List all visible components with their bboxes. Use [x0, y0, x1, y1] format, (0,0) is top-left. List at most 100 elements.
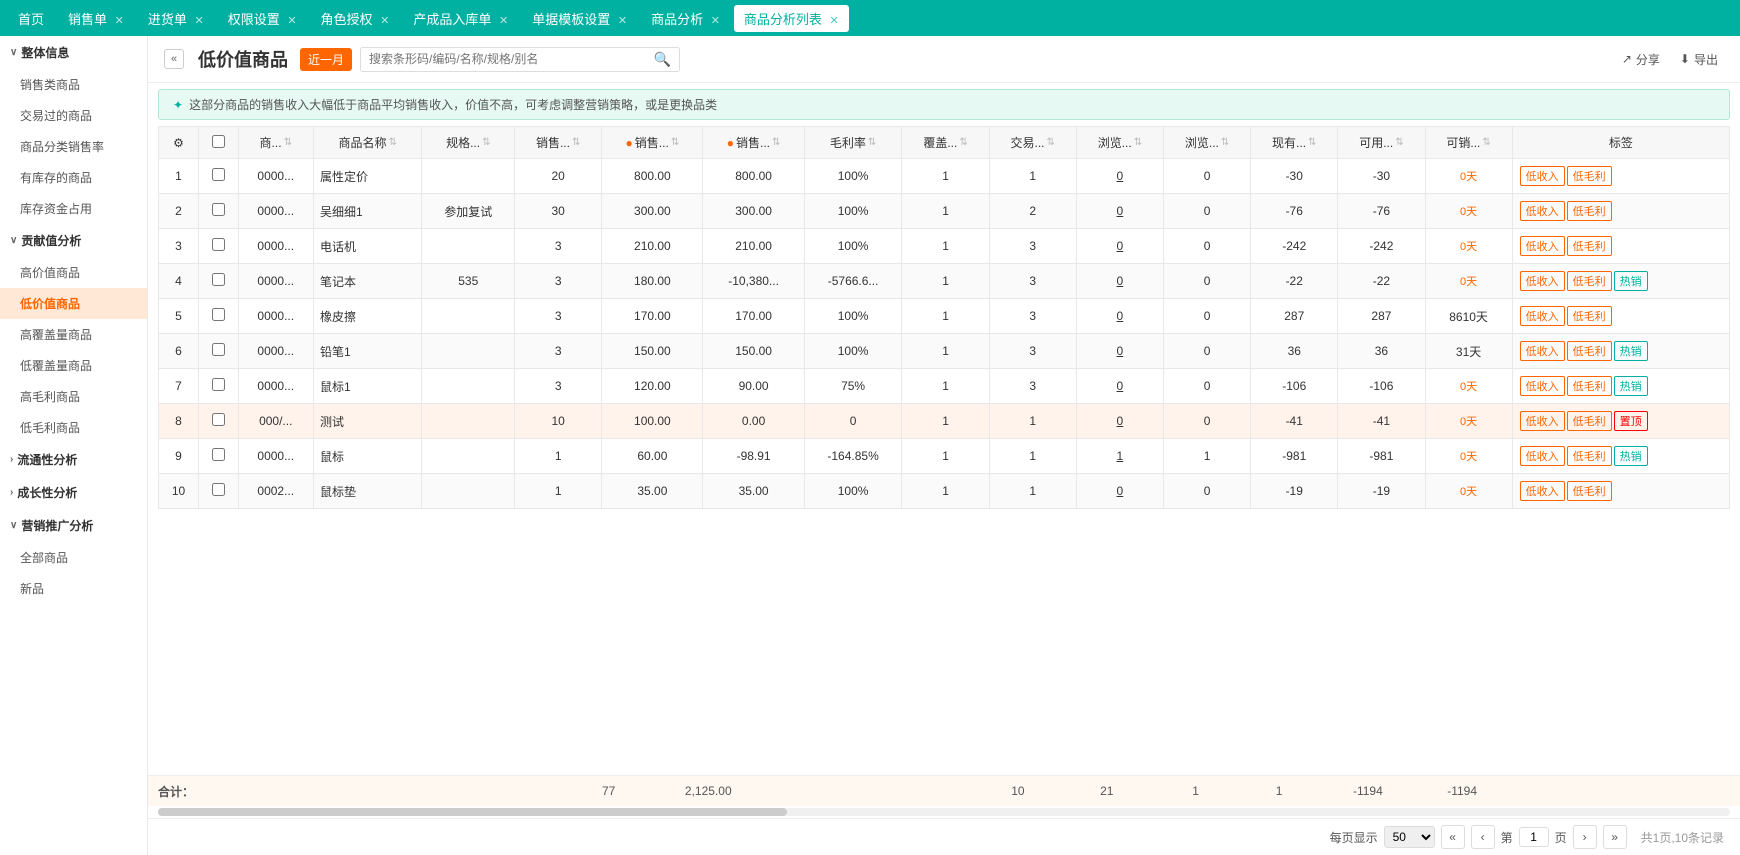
close-icon[interactable]: ✕ [499, 15, 508, 27]
row-name[interactable]: 吴细细1 [314, 194, 422, 229]
row-checkbox[interactable] [199, 439, 238, 474]
row-view1[interactable]: 0 [1076, 229, 1163, 264]
row-select-checkbox[interactable] [212, 238, 225, 251]
sidebar-group-growth[interactable]: › 成长性分析 [0, 476, 147, 509]
view1-value[interactable]: 0 [1117, 204, 1124, 218]
sidebar-group-marketing[interactable]: ∨ 营销推广分析 [0, 509, 147, 542]
row-name[interactable]: 橡皮擦 [314, 299, 422, 334]
nav-home[interactable]: 首页 [8, 5, 54, 32]
row-view1[interactable]: 0 [1076, 474, 1163, 509]
row-name[interactable]: 属性定价 [314, 159, 422, 194]
row-name[interactable]: 笔记本 [314, 264, 422, 299]
row-select-checkbox[interactable] [212, 308, 225, 321]
row-view1[interactable]: 1 [1076, 439, 1163, 474]
gear-column-header[interactable]: ⚙ [159, 127, 199, 159]
coverage-column-header[interactable]: 覆盖...⇅ [902, 127, 989, 159]
view1-value[interactable]: 0 [1117, 484, 1124, 498]
close-icon[interactable]: ✕ [830, 15, 839, 27]
row-checkbox[interactable] [199, 474, 238, 509]
row-checkbox[interactable] [199, 194, 238, 229]
sidebar-item-stock-fund[interactable]: 库存资金占用 [0, 193, 147, 224]
row-select-checkbox[interactable] [212, 483, 225, 496]
sidebar-item-traded-goods[interactable]: 交易过的商品 [0, 100, 147, 131]
row-checkbox[interactable] [199, 299, 238, 334]
row-view1[interactable]: 0 [1076, 299, 1163, 334]
nav-analysis-list[interactable]: 商品分析列表 ✕ [734, 5, 849, 32]
row-select-checkbox[interactable] [212, 343, 225, 356]
sidebar-item-high-value[interactable]: 高价值商品 [0, 257, 147, 288]
gross-margin-column-header[interactable]: 毛利率⇅ [804, 127, 902, 159]
row-name[interactable]: 鼠标 [314, 439, 422, 474]
nav-role[interactable]: 角色授权 ✕ [311, 5, 400, 32]
page-size-select[interactable]: 50 100 200 [1384, 826, 1435, 848]
name-column-header[interactable]: 商品名称⇅ [314, 127, 422, 159]
row-view1[interactable]: 0 [1076, 404, 1163, 439]
row-name[interactable]: 测试 [314, 404, 422, 439]
row-select-checkbox[interactable] [212, 273, 225, 286]
row-select-checkbox[interactable] [212, 378, 225, 391]
export-btn[interactable]: ⬇ 导出 [1674, 48, 1724, 71]
close-icon[interactable]: ✕ [618, 15, 627, 27]
row-checkbox[interactable] [199, 159, 238, 194]
current-column-header[interactable]: 现有...⇅ [1251, 127, 1338, 159]
sidebar-item-low-coverage[interactable]: 低覆盖量商品 [0, 350, 147, 381]
nav-sales[interactable]: 销售单 ✕ [58, 5, 134, 32]
select-all-checkbox[interactable] [212, 135, 225, 148]
close-icon[interactable]: ✕ [194, 15, 203, 27]
nav-template[interactable]: 单据模板设置 ✕ [522, 5, 637, 32]
nav-permission[interactable]: 权限设置 ✕ [218, 5, 307, 32]
row-checkbox[interactable] [199, 264, 238, 299]
close-icon[interactable]: ✕ [287, 15, 296, 27]
nav-purchase[interactable]: 进货单 ✕ [138, 5, 214, 32]
available-column-header[interactable]: 可用...⇅ [1338, 127, 1425, 159]
row-view1[interactable]: 0 [1076, 194, 1163, 229]
filter-recent-month-btn[interactable]: 近一月 [300, 48, 352, 71]
sale-qty-column-header[interactable]: 销售...⇅ [515, 127, 602, 159]
row-name[interactable]: 鼠标1 [314, 369, 422, 404]
sidebar-item-high-margin[interactable]: 高毛利商品 [0, 381, 147, 412]
row-checkbox[interactable] [199, 229, 238, 264]
sidebar-item-low-margin[interactable]: 低毛利商品 [0, 412, 147, 443]
row-view1[interactable]: 0 [1076, 159, 1163, 194]
row-checkbox[interactable] [199, 334, 238, 369]
saleable-column-header[interactable]: 可销...⇅ [1425, 127, 1512, 159]
sidebar-item-sales-goods[interactable]: 销售类商品 [0, 69, 147, 100]
sidebar-group-contribution[interactable]: ∨ 贡献值分析 [0, 224, 147, 257]
view1-value[interactable]: 0 [1117, 309, 1124, 323]
row-checkbox[interactable] [199, 369, 238, 404]
sidebar-group-overview[interactable]: ∨ 整体信息 [0, 36, 147, 69]
view2-column-header[interactable]: 浏览...⇅ [1163, 127, 1250, 159]
row-select-checkbox[interactable] [212, 413, 225, 426]
close-icon[interactable]: ✕ [115, 15, 124, 27]
transaction-column-header[interactable]: 交易...⇅ [989, 127, 1076, 159]
collapse-sidebar-btn[interactable]: « [164, 49, 184, 69]
view1-value[interactable]: 0 [1117, 414, 1124, 428]
row-name[interactable]: 鼠标垫 [314, 474, 422, 509]
horizontal-scrollbar[interactable] [148, 806, 1740, 818]
share-btn[interactable]: ↗ 分享 [1616, 48, 1666, 71]
row-select-checkbox[interactable] [212, 168, 225, 181]
sidebar-item-category-rate[interactable]: 商品分类销售率 [0, 131, 147, 162]
sidebar-item-new-goods[interactable]: 新品 [0, 573, 147, 604]
row-select-checkbox[interactable] [212, 448, 225, 461]
view1-value[interactable]: 0 [1117, 344, 1124, 358]
view1-value[interactable]: 1 [1117, 449, 1124, 463]
scrollbar-thumb[interactable] [158, 808, 787, 816]
last-page-btn[interactable]: » [1603, 825, 1627, 849]
close-icon[interactable]: ✕ [380, 15, 389, 27]
view1-value[interactable]: 0 [1117, 274, 1124, 288]
sidebar-group-circulation[interactable]: › 流通性分析 [0, 443, 147, 476]
close-icon[interactable]: ✕ [711, 15, 720, 27]
sidebar-item-low-value[interactable]: 低价值商品 [0, 288, 147, 319]
row-name[interactable]: 铅笔1 [314, 334, 422, 369]
row-view1[interactable]: 0 [1076, 264, 1163, 299]
sale-amount-column-header[interactable]: ● 销售...⇅ [703, 127, 804, 159]
nav-analysis[interactable]: 商品分析 ✕ [641, 5, 730, 32]
nav-product-in[interactable]: 产成品入库单 ✕ [403, 5, 518, 32]
row-select-checkbox[interactable] [212, 203, 225, 216]
prev-page-btn[interactable]: ‹ [1471, 825, 1495, 849]
code-column-header[interactable]: 商...⇅ [238, 127, 313, 159]
sidebar-item-stock-goods[interactable]: 有库存的商品 [0, 162, 147, 193]
view1-value[interactable]: 0 [1117, 169, 1124, 183]
next-page-btn[interactable]: › [1573, 825, 1597, 849]
